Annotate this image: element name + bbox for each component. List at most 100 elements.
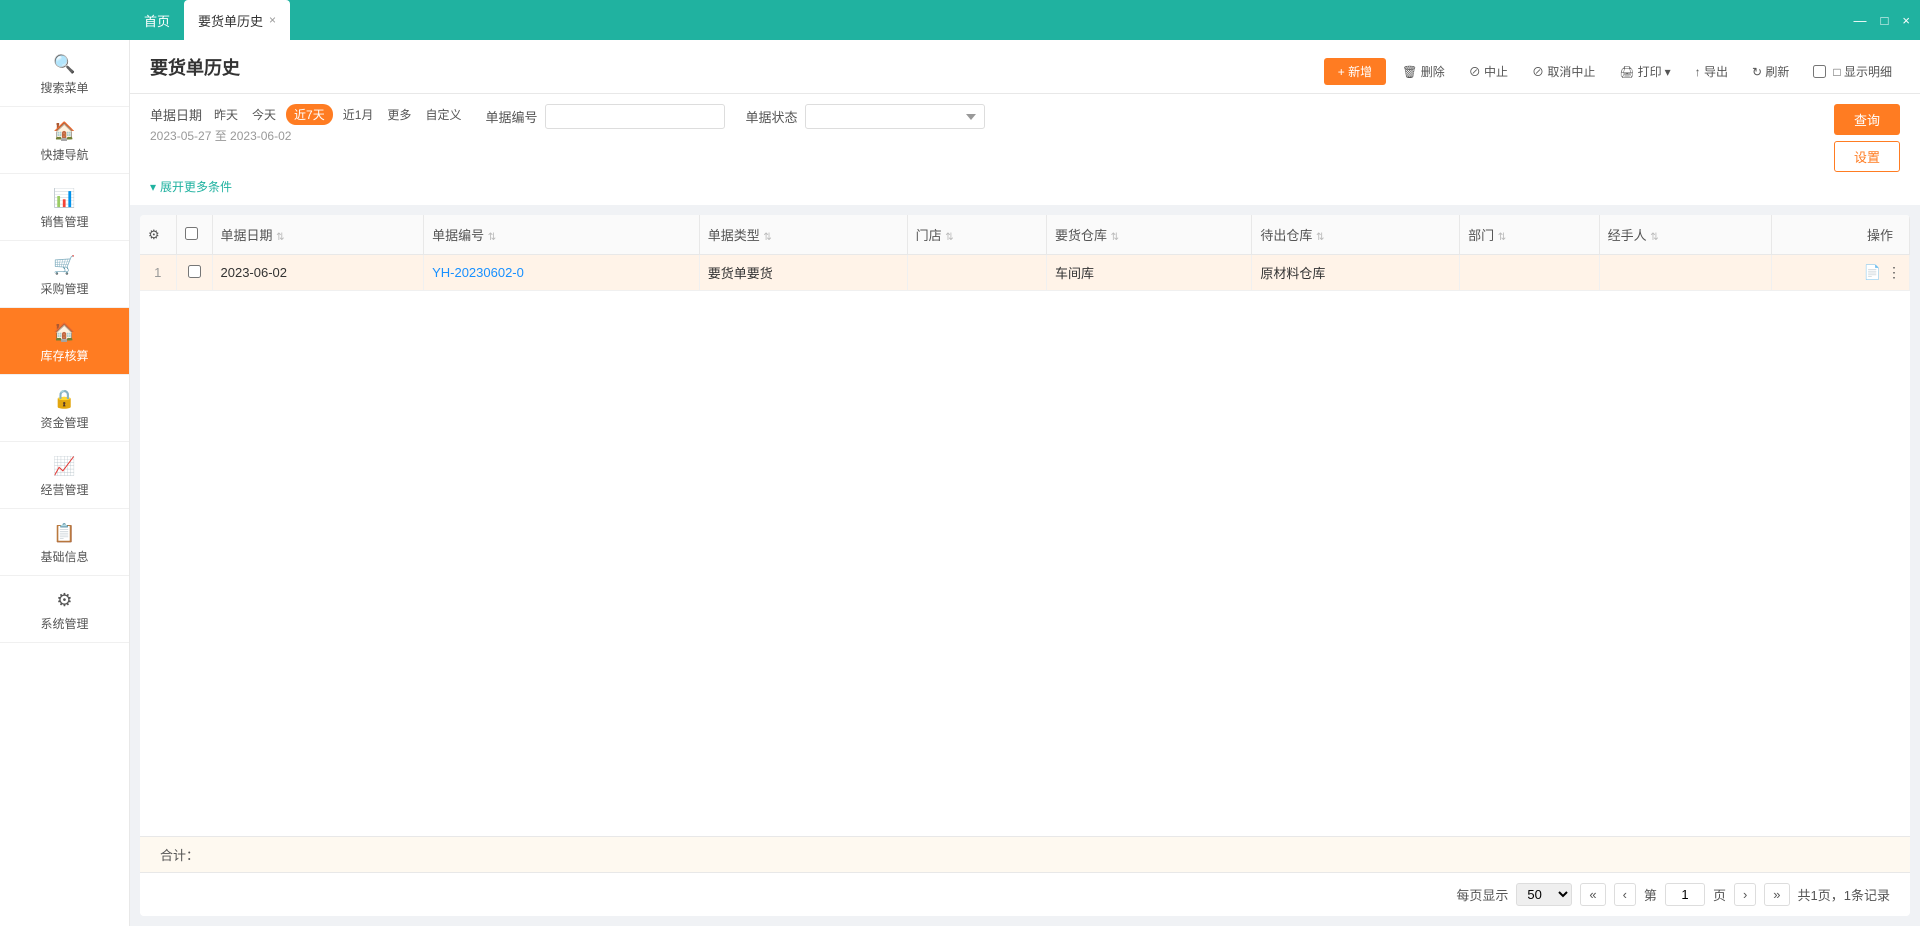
print-button[interactable]: 🖨 🖨 打印 打印 ▾ bbox=[1611, 59, 1678, 84]
row-dept bbox=[1460, 255, 1599, 291]
query-button[interactable]: 查询 bbox=[1834, 104, 1900, 135]
last-page-button[interactable]: » bbox=[1764, 883, 1789, 906]
content-area: 要货单历史 + 新增 🗑 删除 ⊘ 中止 ⊘ 取消中止 🖨 🖨 打印 打印 ▾ … bbox=[130, 40, 1920, 926]
sidebar-item-purchase[interactable]: 🛒 采购管理 bbox=[0, 241, 129, 308]
sort-pendingwarehouse-icon[interactable]: ⇅ bbox=[1316, 232, 1324, 243]
date-more[interactable]: 更多 bbox=[383, 104, 415, 125]
row-docno[interactable]: YH-20230602-0 bbox=[424, 255, 700, 291]
row-more-icon[interactable]: ⋮ bbox=[1887, 264, 1901, 281]
sidebar-item-basic-label: 基础信息 bbox=[40, 548, 88, 565]
sidebar-item-operation[interactable]: 📈 经营管理 bbox=[0, 442, 129, 509]
expand-more-icon: ▾ bbox=[150, 180, 156, 194]
cancel-stop-button[interactable]: ⊘ 取消中止 bbox=[1524, 59, 1603, 84]
settings-button[interactable]: 设置 bbox=[1834, 141, 1900, 172]
expand-more-label: 展开更多条件 bbox=[160, 178, 232, 195]
status-select[interactable] bbox=[805, 104, 985, 129]
next-page-button[interactable]: › bbox=[1734, 883, 1756, 906]
total-info: 共1页，1条记录 bbox=[1798, 885, 1890, 904]
date-custom[interactable]: 自定义 bbox=[421, 104, 465, 125]
display-detail-button[interactable]: □ 显示明细 bbox=[1805, 59, 1900, 84]
stop-button[interactable]: ⊘ 中止 bbox=[1461, 59, 1516, 84]
sidebar-item-finance-label: 资金管理 bbox=[40, 414, 88, 431]
sort-dept-icon[interactable]: ⇅ bbox=[1498, 232, 1506, 243]
delete-button[interactable]: 🗑 删除 bbox=[1394, 59, 1453, 84]
sidebar-item-inventory-label: 库存核算 bbox=[40, 347, 88, 364]
sidebar-item-search-label: 搜索菜单 bbox=[40, 79, 88, 96]
sidebar-item-nav[interactable]: 🏠 快捷导航 bbox=[0, 107, 129, 174]
sidebar-item-inventory[interactable]: 🏠 库存核算 bbox=[0, 308, 129, 375]
col-docdate: 单据日期 ⇅ bbox=[212, 215, 424, 255]
page-title: 要货单历史 bbox=[150, 54, 240, 80]
table-body: 1 2023-06-02 YH-20230602-0 要货单要货 车间库 原材料… bbox=[140, 255, 1910, 291]
sort-store-icon[interactable]: ⇅ bbox=[945, 232, 953, 243]
tab-home[interactable]: 首页 bbox=[130, 0, 184, 40]
toolbar: + 新增 🗑 删除 ⊘ 中止 ⊘ 取消中止 🖨 🖨 打印 打印 ▾ ↑ 导出 ↻… bbox=[1324, 50, 1900, 93]
sidebar: 🔍 搜索菜单 🏠 快捷导航 📊 销售管理 🛒 采购管理 🏠 库存核算 🔒 资金管… bbox=[0, 40, 130, 926]
sort-doctype-icon[interactable]: ⇅ bbox=[763, 232, 771, 243]
col-pendingwarehouse: 待出仓库 ⇅ bbox=[1252, 215, 1460, 255]
col-doctype: 单据类型 ⇅ bbox=[699, 215, 907, 255]
sidebar-item-system[interactable]: ⚙ 系统管理 bbox=[0, 576, 129, 643]
select-all-checkbox[interactable] bbox=[185, 227, 198, 240]
sidebar-item-finance[interactable]: 🔒 资金管理 bbox=[0, 375, 129, 442]
row-handler bbox=[1599, 255, 1771, 291]
window-close-icon[interactable]: × bbox=[1902, 13, 1910, 28]
row-docdate: 2023-06-02 bbox=[212, 255, 424, 291]
date-month1[interactable]: 近1月 bbox=[339, 104, 378, 125]
tab-home-label: 首页 bbox=[144, 11, 170, 30]
purchase-icon: 🛒 bbox=[53, 255, 75, 276]
col-settings[interactable]: ⚙ bbox=[140, 215, 176, 255]
docno-filter-label: 单据编号 bbox=[485, 107, 537, 126]
sales-icon: 📊 bbox=[53, 188, 75, 209]
tab-close-icon[interactable]: × bbox=[269, 13, 276, 27]
table-row: 1 2023-06-02 YH-20230602-0 要货单要货 车间库 原材料… bbox=[140, 255, 1910, 291]
date-today[interactable]: 今天 bbox=[248, 104, 280, 125]
expand-more-button[interactable]: ▾ 展开更多条件 bbox=[150, 178, 1900, 195]
sort-reqwarehouse-icon[interactable]: ⇅ bbox=[1111, 232, 1119, 243]
new-button[interactable]: + 新增 bbox=[1324, 58, 1386, 85]
row-store bbox=[907, 255, 1046, 291]
sidebar-item-sales-label: 销售管理 bbox=[40, 213, 88, 230]
system-icon: ⚙ bbox=[56, 590, 72, 611]
filter-buttons: 查询 设置 bbox=[1834, 104, 1900, 172]
date-shortcuts: 昨天 今天 近7天 近1月 更多 自定义 bbox=[210, 104, 465, 125]
filter-main-row: 单据日期 昨天 今天 近7天 近1月 更多 自定义 2023-05-27 至 2… bbox=[150, 104, 1900, 172]
docno-input[interactable] bbox=[545, 104, 725, 129]
sort-docno-icon[interactable]: ⇅ bbox=[488, 232, 496, 243]
tab-history-label: 要货单历史 bbox=[198, 11, 263, 30]
date-week7[interactable]: 近7天 bbox=[286, 104, 333, 125]
date-filter-group: 单据日期 昨天 今天 近7天 近1月 更多 自定义 2023-05-27 至 2… bbox=[150, 104, 465, 144]
tab-history[interactable]: 要货单历史 × bbox=[184, 0, 290, 40]
row-checkbox[interactable] bbox=[176, 255, 212, 291]
first-page-button[interactable]: « bbox=[1580, 883, 1605, 906]
basic-icon: 📋 bbox=[53, 523, 75, 544]
row-reqwarehouse: 车间库 bbox=[1047, 255, 1252, 291]
sidebar-item-search[interactable]: 🔍 搜索菜单 bbox=[0, 40, 129, 107]
sort-docdate-icon[interactable]: ⇅ bbox=[276, 232, 284, 243]
page-label: 页 bbox=[1713, 885, 1726, 904]
top-bar: 首页 要货单历史 × — □ × bbox=[0, 0, 1920, 40]
sort-handler-icon[interactable]: ⇅ bbox=[1650, 232, 1658, 243]
window-maximize-icon[interactable]: □ bbox=[1881, 13, 1889, 28]
sidebar-item-sales[interactable]: 📊 销售管理 bbox=[0, 174, 129, 241]
sidebar-item-basic[interactable]: 📋 基础信息 bbox=[0, 509, 129, 576]
table-container: ⚙ 单据日期 ⇅ 单据编号 ⇅ 单据类型 ⇅ bbox=[140, 215, 1910, 916]
prev-page-button[interactable]: ‹ bbox=[1614, 883, 1636, 906]
sidebar-item-purchase-label: 采购管理 bbox=[40, 280, 88, 297]
row-pendingwarehouse: 原材料仓库 bbox=[1252, 255, 1460, 291]
window-minimize-icon[interactable]: — bbox=[1854, 13, 1867, 28]
page-input[interactable] bbox=[1665, 883, 1705, 906]
display-detail-checkbox[interactable] bbox=[1813, 65, 1826, 78]
date-filter-label: 单据日期 bbox=[150, 105, 202, 124]
refresh-button[interactable]: ↻ 刷新 bbox=[1744, 59, 1797, 84]
total-label: 合计： bbox=[160, 845, 199, 864]
col-checkbox bbox=[176, 215, 212, 255]
export-button[interactable]: ↑ 导出 bbox=[1687, 59, 1736, 84]
home-icon: 🏠 bbox=[53, 121, 75, 142]
filter-area: 单据日期 昨天 今天 近7天 近1月 更多 自定义 2023-05-27 至 2… bbox=[130, 94, 1920, 205]
per-page-select[interactable]: 102050100 bbox=[1516, 883, 1572, 906]
inventory-icon: 🏠 bbox=[53, 322, 75, 343]
date-yesterday[interactable]: 昨天 bbox=[210, 104, 242, 125]
row-view-icon[interactable]: 📄 bbox=[1864, 264, 1881, 281]
print-dropdown-icon[interactable]: ▾ bbox=[1665, 65, 1671, 79]
